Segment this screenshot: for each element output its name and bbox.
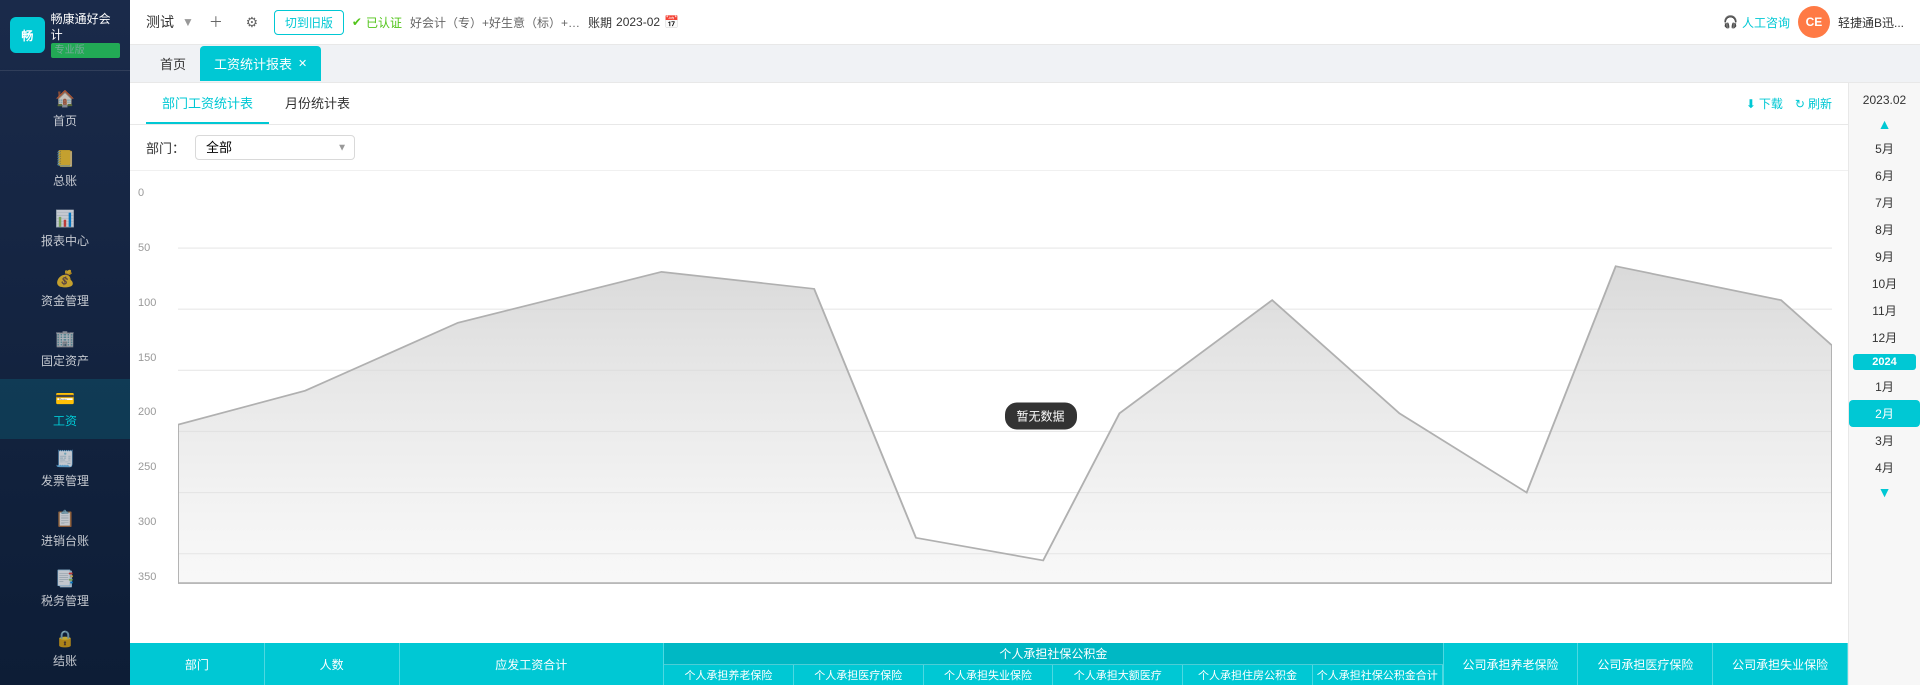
sidebar-item-archive[interactable]: 📁归档管理 — [0, 679, 130, 685]
date-item-12[interactable]: 12月 — [1849, 324, 1920, 351]
col-company-medical: 公司承担医疗保险 — [1578, 643, 1713, 685]
tax-icon: 📑 — [55, 569, 75, 589]
col-company-pension: 公司承担养老保险 — [1444, 643, 1579, 685]
home-icon: 🏠 — [55, 89, 75, 109]
header-settings-btn[interactable]: ⚙ — [238, 8, 266, 36]
col-personal-pension: 个人承担养老保险 — [664, 665, 794, 685]
date-item-9[interactable]: 9月 — [1849, 243, 1920, 270]
y-axis: 350 300 250 200 150 100 50 0 — [130, 187, 164, 583]
date-item-4[interactable]: 4月 — [1849, 454, 1920, 481]
sub-tabs-left: 部门工资统计表 月份统计表 — [146, 83, 366, 124]
logo-name: 畅康通好会计 — [51, 12, 120, 43]
sidebar-item-payroll[interactable]: 💳工资 — [0, 379, 130, 439]
chart-svg — [178, 187, 1832, 617]
date-item-7[interactable]: 7月 — [1849, 189, 1920, 216]
table-footer: 部门 人数 应发工资合计 个人承担社保公积金 个人承担养老保险 个人承担医疗保险… — [130, 643, 1848, 685]
dept-select[interactable]: 全部 部门A 部门B — [195, 135, 355, 160]
date-item-3[interactable]: 3月 — [1849, 427, 1920, 454]
avatar: CE — [1798, 6, 1830, 38]
sidebar-item-assets[interactable]: 🏢固定资产 — [0, 319, 130, 379]
col-personal-total: 个人承担社保公积金合计 — [1313, 665, 1443, 685]
sidebar-item-funds[interactable]: 💰资金管理 — [0, 259, 130, 319]
sidebar-item-invoice[interactable]: 🧾发票管理 — [0, 439, 130, 499]
date-item-2-active[interactable]: 2月 — [1849, 400, 1920, 427]
right-panel: 2023.02 ▲ 5月 6月 7月 8月 9月 10月 11月 12月 202… — [1848, 83, 1920, 685]
tab-payroll-report[interactable]: 工资统计报表 ✕ — [200, 46, 321, 81]
dept-select-wrapper: 全部 部门A 部门B — [195, 135, 355, 160]
header-username: 轻捷通B迅... — [1838, 14, 1904, 31]
date-item-10[interactable]: 10月 — [1849, 270, 1920, 297]
header-company: 测试 — [146, 12, 174, 32]
closing-icon: 🔒 — [55, 629, 75, 649]
sub-tab-monthly[interactable]: 月份统计表 — [269, 83, 366, 124]
tab-close-icon[interactable]: ✕ — [298, 57, 307, 70]
sidebar-item-closing[interactable]: 🔒结账 — [0, 619, 130, 679]
chart-area: 350 300 250 200 150 100 50 0 — [130, 171, 1848, 643]
header-tags: 好会计（专）+好生意（标）+… — [410, 14, 580, 31]
col-personal-large-medical: 个人承担大额医疗 — [1053, 665, 1183, 685]
sidebar-item-sales[interactable]: 📋进销台账 — [0, 499, 130, 559]
col-personal-medical: 个人承担医疗保险 — [794, 665, 924, 685]
download-icon: ⬇ — [1746, 97, 1756, 111]
sidebar-nav: 🏠首页📒总账📊报表中心💰资金管理🏢固定资产💳工资🧾发票管理📋进销台账📑税务管理🔒… — [0, 71, 130, 685]
date-item-1[interactable]: 1月 — [1849, 373, 1920, 400]
header-add-btn[interactable]: ＋ — [202, 8, 230, 36]
col-personal-housing: 个人承担住房公积金 — [1183, 665, 1313, 685]
payroll-icon: 💳 — [55, 389, 75, 409]
date-up-btn[interactable]: ▲ — [1875, 113, 1895, 135]
header-period: 账期 2023-02 📅 — [588, 14, 679, 31]
group-cols: 个人承担养老保险 个人承担医疗保险 个人承担失业保险 个人承担大额医疗 个人承担… — [664, 665, 1443, 685]
reports-icon: 📊 — [55, 209, 75, 229]
assets-icon: 🏢 — [55, 329, 75, 349]
sidebar-item-ledger[interactable]: 📒总账 — [0, 139, 130, 199]
sidebar-item-reports[interactable]: 📊报表中心 — [0, 199, 130, 259]
content-area: 部门工资统计表 月份统计表 ⬇ 下载 ↻ 刷新 部门： — [130, 83, 1920, 685]
group-header: 个人承担社保公积金 — [664, 643, 1443, 665]
col-personal-unemployment: 个人承担失业保险 — [924, 665, 1054, 685]
refresh-btn[interactable]: ↻ 刷新 — [1795, 95, 1832, 112]
sidebar-item-tax[interactable]: 📑税务管理 — [0, 559, 130, 619]
headset-icon: 🎧 — [1723, 15, 1738, 29]
logo-icon: 畅 — [10, 17, 45, 53]
date-item-6[interactable]: 6月 — [1849, 162, 1920, 189]
date-year-2024: 2024 — [1853, 354, 1917, 370]
header: 测试 ▼ ＋ ⚙ 切到旧版 ✔ 已认证 好会计（专）+好生意（标）+… 账期 2… — [130, 0, 1920, 45]
col-dept: 部门 — [130, 643, 265, 685]
main-panel: 部门工资统计表 月份统计表 ⬇ 下载 ↻ 刷新 部门： — [130, 83, 1848, 685]
dept-filter-label: 部门： — [146, 138, 185, 157]
col-total-salary: 应发工资合计 — [400, 643, 665, 685]
sub-tabs-right: ⬇ 下载 ↻ 刷新 — [1746, 95, 1832, 112]
refresh-icon: ↻ — [1795, 97, 1805, 111]
header-switch-btn[interactable]: 切到旧版 — [274, 10, 344, 35]
sidebar-item-home[interactable]: 🏠首页 — [0, 79, 130, 139]
sidebar-logo: 畅 畅康通好会计 专业版 — [0, 0, 130, 71]
header-dropdown-icon[interactable]: ▼ — [182, 15, 194, 29]
main: 首页 工资统计报表 ✕ 部门工资统计表 月份统计表 ⬇ 下载 — [130, 45, 1920, 685]
header-service-btn[interactable]: 🎧 人工咨询 — [1723, 14, 1790, 31]
tab-bar: 首页 工资统计报表 ✕ — [130, 45, 1920, 83]
header-certified: ✔ 已认证 — [352, 14, 402, 31]
date-item-8[interactable]: 8月 — [1849, 216, 1920, 243]
calendar-icon[interactable]: 📅 — [664, 15, 679, 29]
invoice-icon: 🧾 — [55, 449, 75, 469]
date-down-btn[interactable]: ▼ — [1875, 481, 1895, 503]
ledger-icon: 📒 — [55, 149, 75, 169]
check-icon: ✔ — [352, 15, 362, 29]
date-current: 2023.02 — [1859, 87, 1910, 113]
col-headcount: 人数 — [265, 643, 400, 685]
logo-edition: 专业版 — [51, 43, 120, 58]
sidebar: 畅 畅康通好会计 专业版 🏠首页📒总账📊报表中心💰资金管理🏢固定资产💳工资🧾发票… — [0, 0, 130, 685]
header-user: 🎧 人工咨询 CE 轻捷通B迅... — [1723, 6, 1904, 38]
date-item-5[interactable]: 5月 — [1849, 135, 1920, 162]
col-company-unemployment: 公司承担失业保险 — [1713, 643, 1848, 685]
sales-icon: 📋 — [55, 509, 75, 529]
filter-bar: 部门： 全部 部门A 部门B — [130, 125, 1848, 171]
date-item-11[interactable]: 11月 — [1849, 297, 1920, 324]
sub-tabs: 部门工资统计表 月份统计表 ⬇ 下载 ↻ 刷新 — [130, 83, 1848, 125]
group-personal-insurance: 个人承担社保公积金 个人承担养老保险 个人承担医疗保险 个人承担失业保险 个人承… — [664, 643, 1444, 685]
sub-tab-dept[interactable]: 部门工资统计表 — [146, 83, 269, 124]
download-btn[interactable]: ⬇ 下载 — [1746, 95, 1783, 112]
tab-home[interactable]: 首页 — [146, 46, 200, 81]
funds-icon: 💰 — [55, 269, 75, 289]
